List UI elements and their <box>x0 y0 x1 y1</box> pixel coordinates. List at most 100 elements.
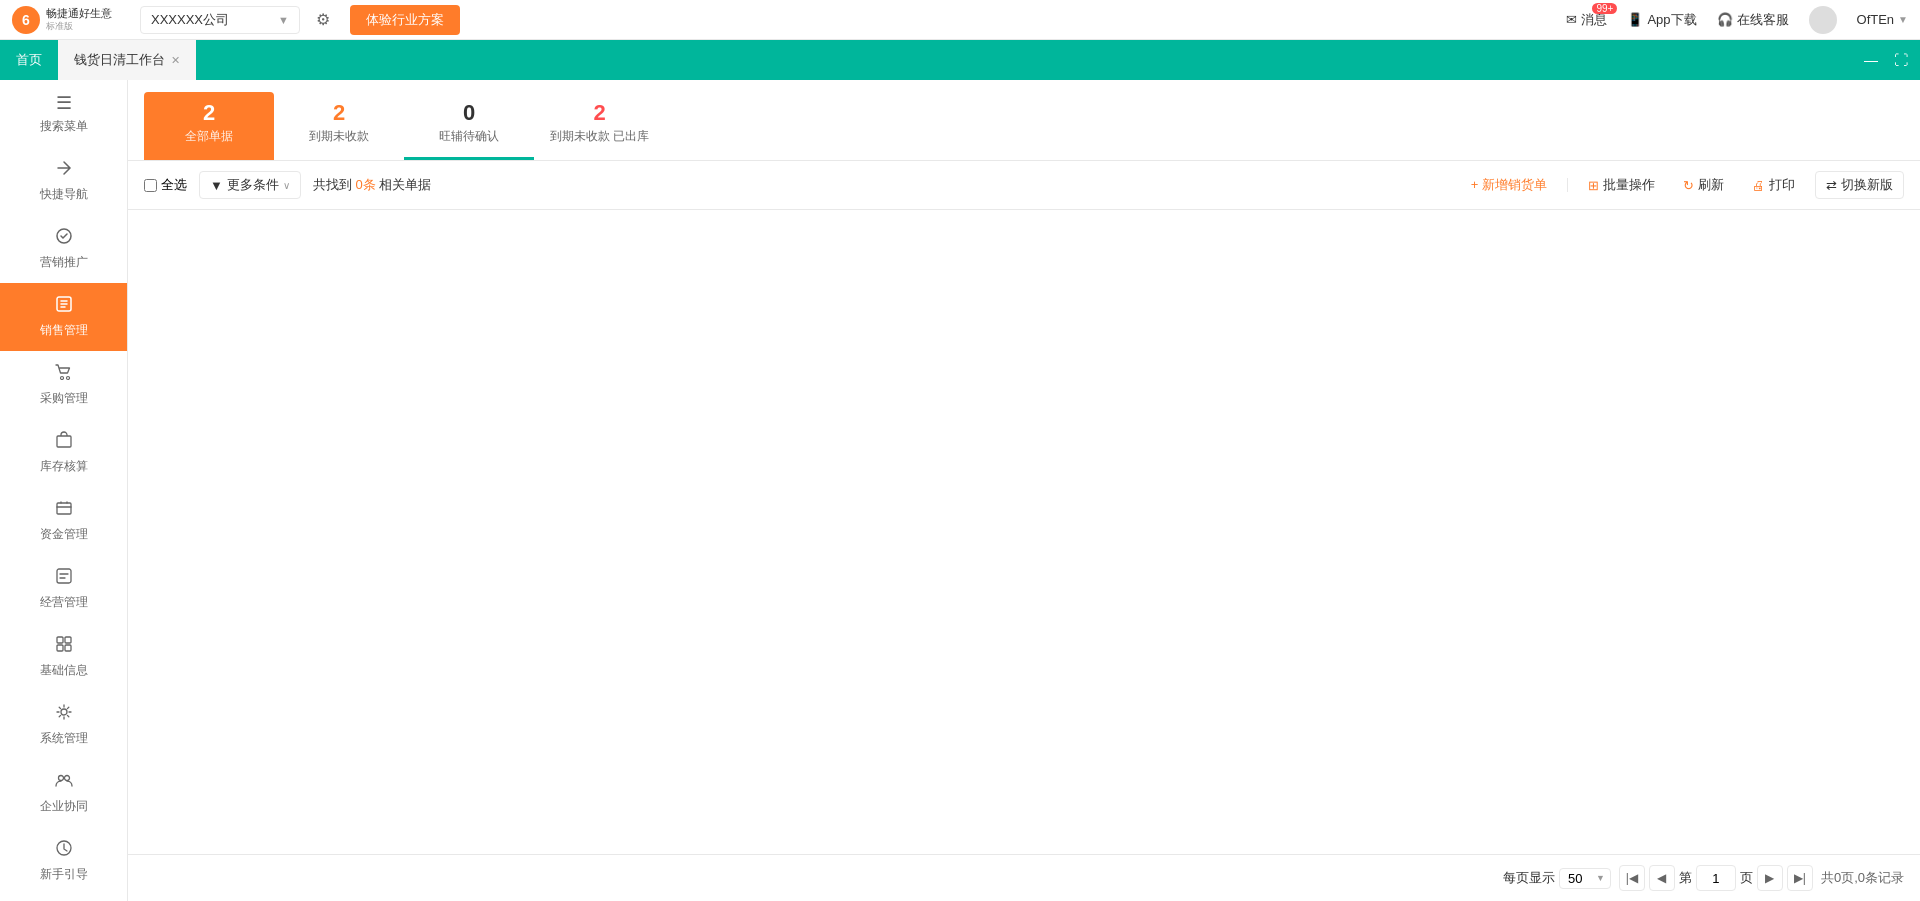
page-size-select: 每页显示 50 10 20 100 <box>1503 868 1611 889</box>
sidebar-item-label: 基础信息 <box>40 662 88 679</box>
stat-label-all: 全部单据 <box>160 128 258 145</box>
sidebar-item-app-center[interactable]: 应用中心 <box>0 895 127 901</box>
tab-work-bench[interactable]: 钱货日清工作台 ✕ <box>58 40 196 80</box>
stat-tab-all[interactable]: 2 全部单据 <box>144 92 274 160</box>
stat-number-overdue: 2 <box>290 100 388 126</box>
close-icon[interactable]: ✕ <box>171 54 180 67</box>
sidebar-item-sales[interactable]: 销售管理 <box>0 283 127 351</box>
online-service-action[interactable]: 🎧 在线客服 <box>1717 11 1789 29</box>
divider <box>1567 178 1568 192</box>
tab-bar: 首页 钱货日清工作台 ✕ — ⛶ <box>0 40 1920 80</box>
user-name-action[interactable]: OfTEn ▼ <box>1857 12 1908 27</box>
sidebar-item-enterprise[interactable]: 企业协同 <box>0 759 127 827</box>
stat-tab-wangpu[interactable]: 0 旺辅待确认 <box>404 92 534 160</box>
app-download-icon: 📱 <box>1627 12 1643 27</box>
sidebar-item-label: 搜索菜单 <box>40 118 88 135</box>
sidebar-item-label: 快捷导航 <box>40 186 88 203</box>
sidebar-item-newbie[interactable]: 新手引导 <box>0 827 127 895</box>
page-label: 第 <box>1679 869 1692 887</box>
content-area: 2 全部单据 2 到期未收款 0 旺辅待确认 2 到期未收款 已出库 全选 <box>128 80 1920 901</box>
chevron-down-icon: ▼ <box>278 14 289 26</box>
last-page-button[interactable]: ▶| <box>1787 865 1813 891</box>
stat-label-wangpu: 旺辅待确认 <box>420 128 518 145</box>
switch-icon: ⇄ <box>1826 178 1837 193</box>
message-icon: ✉ <box>1566 12 1577 27</box>
print-label: 打印 <box>1769 176 1795 194</box>
finance-icon <box>55 499 73 522</box>
company-name: XXXXXX公司 <box>151 11 229 29</box>
quick-nav-icon <box>55 159 73 182</box>
company-selector[interactable]: XXXXXX公司 ▼ <box>140 6 300 34</box>
enterprise-icon <box>55 771 73 794</box>
page-input[interactable] <box>1696 865 1736 891</box>
sidebar-item-marketing[interactable]: 营销推广 <box>0 215 127 283</box>
batch-ops-button[interactable]: ⊞ 批量操作 <box>1580 172 1663 198</box>
add-sales-button[interactable]: + 新增销货单 <box>1463 172 1555 198</box>
svg-point-3 <box>66 377 69 380</box>
stat-label-overdue: 到期未收款 <box>290 128 388 145</box>
sidebar-item-label: 经营管理 <box>40 594 88 611</box>
sidebar-item-search[interactable]: ☰ 搜索菜单 <box>0 80 127 147</box>
sidebar-item-inventory[interactable]: 库存核算 <box>0 419 127 487</box>
filter-button[interactable]: ▼ 更多条件 ∨ <box>199 171 301 199</box>
select-all-checkbox[interactable]: 全选 <box>144 176 187 194</box>
svg-point-13 <box>64 776 69 781</box>
message-action[interactable]: ✉ 消息 99+ <box>1566 11 1607 29</box>
avatar[interactable] <box>1809 6 1837 34</box>
select-all-input[interactable] <box>144 179 157 192</box>
experience-button[interactable]: 体验行业方案 <box>350 5 460 35</box>
purchase-icon <box>55 363 73 386</box>
sidebar-item-finance[interactable]: 资金管理 <box>0 487 127 555</box>
minimize-icon[interactable]: — <box>1860 48 1882 72</box>
print-button[interactable]: 🖨 打印 <box>1744 172 1803 198</box>
tab-home[interactable]: 首页 <box>0 40 58 80</box>
per-page-label: 每页显示 <box>1503 869 1555 887</box>
main-layout: ☰ 搜索菜单 快捷导航 营销推广 销售管理 采购管理 <box>0 80 1920 901</box>
headset-icon: 🎧 <box>1717 12 1733 27</box>
switch-label: 切换新版 <box>1841 176 1893 194</box>
prev-page-button[interactable]: ◀ <box>1649 865 1675 891</box>
sidebar-item-label: 销售管理 <box>40 322 88 339</box>
next-page-button[interactable]: ▶ <box>1757 865 1783 891</box>
sidebar-item-quicknav[interactable]: 快捷导航 <box>0 147 127 215</box>
first-page-button[interactable]: |◀ <box>1619 865 1645 891</box>
sidebar-item-purchase[interactable]: 采购管理 <box>0 351 127 419</box>
sidebar-item-label: 采购管理 <box>40 390 88 407</box>
per-page-dropdown[interactable]: 50 10 20 100 <box>1559 868 1611 889</box>
per-page-wrap: 50 10 20 100 <box>1559 868 1611 889</box>
stat-tab-overdue[interactable]: 2 到期未收款 <box>274 92 404 160</box>
svg-rect-4 <box>57 436 71 447</box>
stat-number-all: 2 <box>160 100 258 126</box>
filter-label: 更多条件 <box>227 176 279 194</box>
settings-icon[interactable]: ⚙ <box>308 5 338 35</box>
pagination: 每页显示 50 10 20 100 |◀ ◀ 第 页 ▶ ▶| <box>128 854 1920 901</box>
sidebar-item-label: 系统管理 <box>40 730 88 747</box>
page-nav: |◀ ◀ 第 页 ▶ ▶| <box>1619 865 1813 891</box>
app-download-action[interactable]: 📱 App下载 <box>1627 11 1696 29</box>
top-header: 6 畅捷通好生意 标准版 XXXXXX公司 ▼ ⚙ 体验行业方案 ✉ 消息 99… <box>0 0 1920 40</box>
maximize-icon[interactable]: ⛶ <box>1890 48 1912 72</box>
online-service-label: 在线客服 <box>1737 11 1789 29</box>
search-menu-icon: ☰ <box>56 92 72 114</box>
sidebar: ☰ 搜索菜单 快捷导航 营销推广 销售管理 采购管理 <box>0 80 128 901</box>
stats-tabs: 2 全部单据 2 到期未收款 0 旺辅待确认 2 到期未收款 已出库 <box>128 80 1920 161</box>
refresh-button[interactable]: ↻ 刷新 <box>1675 172 1732 198</box>
found-count: 0条 <box>356 177 376 192</box>
total-text: 共0页,0条记录 <box>1821 869 1904 887</box>
add-sales-label: + 新增销货单 <box>1471 176 1547 194</box>
print-icon: 🖨 <box>1752 178 1765 193</box>
sales-icon <box>55 295 73 318</box>
tab-home-label: 首页 <box>16 51 42 69</box>
stat-tab-shipped[interactable]: 2 到期未收款 已出库 <box>534 92 665 160</box>
found-suffix: 相关单据 <box>379 177 431 192</box>
chevron-down-icon-filter: ∨ <box>283 180 290 191</box>
newbie-icon <box>55 839 73 862</box>
inventory-icon <box>55 431 73 454</box>
sidebar-item-operations[interactable]: 经营管理 <box>0 555 127 623</box>
batch-icon: ⊞ <box>1588 178 1599 193</box>
switch-version-button[interactable]: ⇄ 切换新版 <box>1815 171 1904 199</box>
sidebar-item-system[interactable]: 系统管理 <box>0 691 127 759</box>
logo-text: 畅捷通好生意 <box>46 6 112 20</box>
filter-icon: ▼ <box>210 178 223 193</box>
sidebar-item-basic-info[interactable]: 基础信息 <box>0 623 127 691</box>
